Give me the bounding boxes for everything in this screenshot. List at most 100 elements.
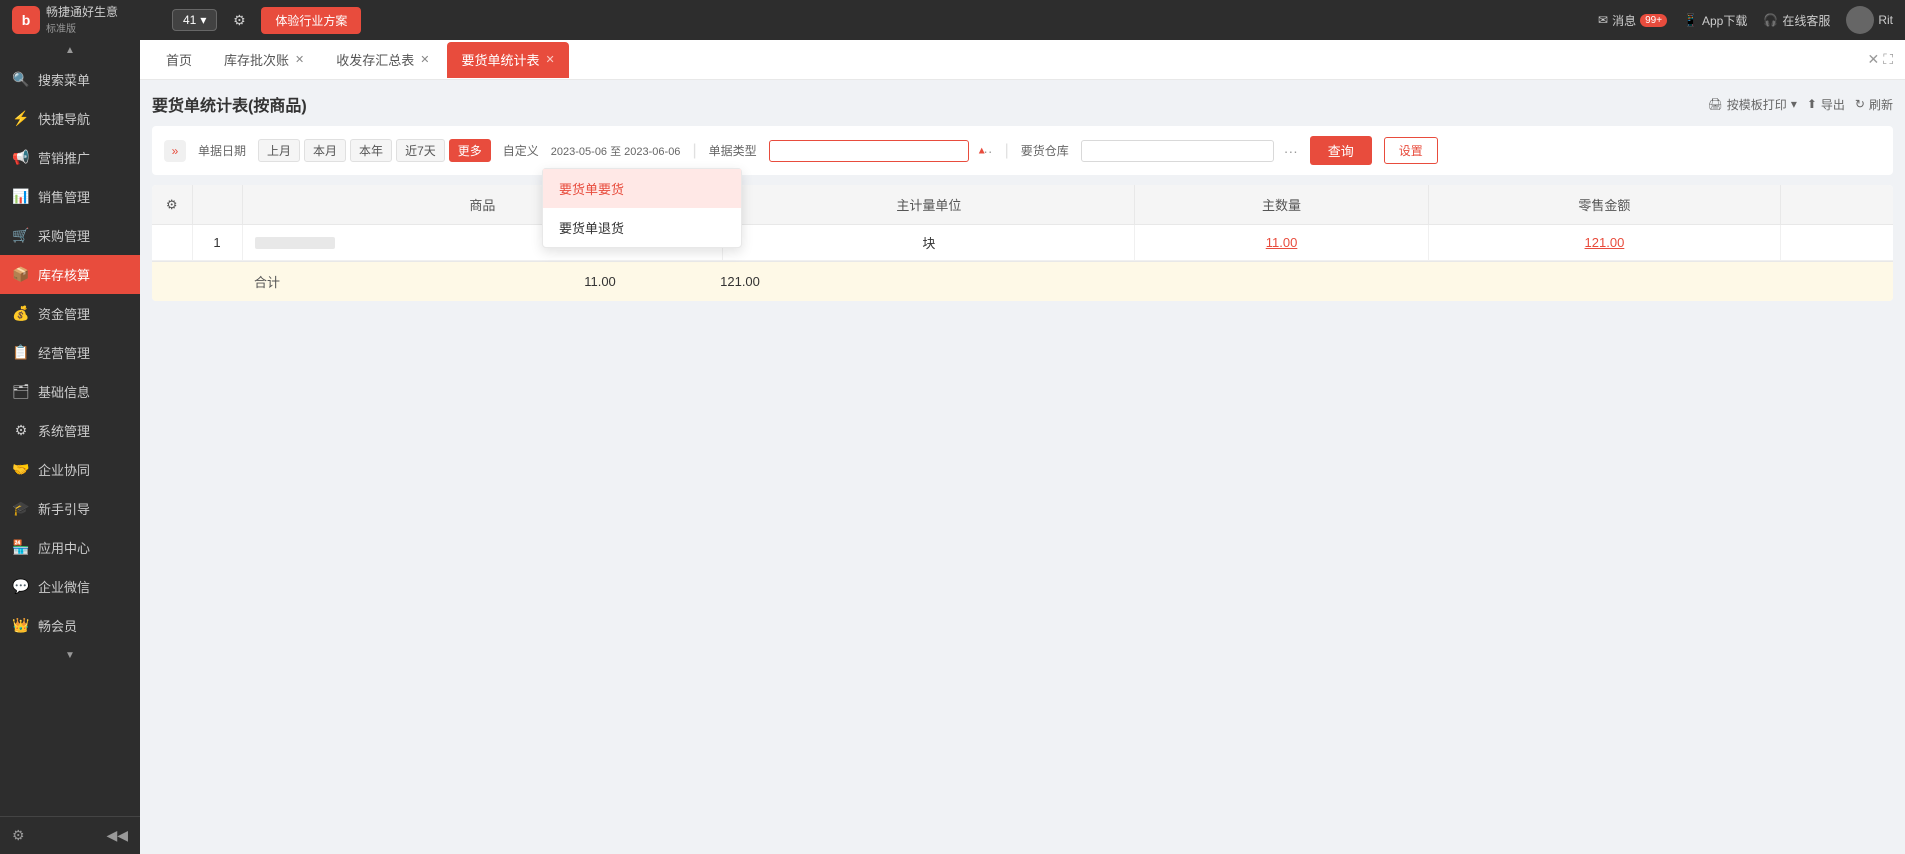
user-area[interactable]: Rit [1846,6,1893,34]
query-btn[interactable]: 查询 [1310,136,1372,165]
sidebar-collapse-icon[interactable]: ◀◀ [106,827,128,844]
tab-inventory-batch-close[interactable]: ✕ [295,53,304,66]
table-header-row: ⚙ 商品 主计量单位 主数量 零售金额 [152,185,1893,225]
tab-bar: 首页 库存批次账 ✕ 收发存汇总表 ✕ 要货单统计表 ✕ ✕ ⛶ [140,40,1905,80]
page-header: 要货单统计表(按商品) 🖨 按模板打印 ▾ ⬆ 导出 ↻ 刷新 [152,92,1893,116]
export-btn[interactable]: ⬆ 导出 [1807,96,1845,113]
type-filter-input[interactable] [769,140,969,162]
sidebar-item-ops[interactable]: 📋 经营管理 [0,333,140,372]
sidebar-item-base[interactable]: 🗂 基础信息 [0,372,140,411]
sidebar-item-member[interactable]: 👑 畅会员 [0,606,140,645]
table-settings-icon[interactable]: ⚙ [166,197,178,212]
sidebar-item-purchase[interactable]: 🛒 采购管理 [0,216,140,255]
refresh-btn[interactable]: ↻ 刷新 [1855,96,1893,113]
sidebar-label-finance: 资金管理 [38,304,90,323]
messages-button[interactable]: ✉ 消息 99+ [1598,12,1667,29]
dropdown-option-order[interactable]: 要货单要货 [543,169,741,208]
tab-recv-summary-close[interactable]: ✕ [420,53,429,66]
page-content: 要货单统计表(按商品) 🖨 按模板打印 ▾ ⬆ 导出 ↻ 刷新 [140,80,1905,854]
sidebar-label-sales: 销售管理 [38,187,90,206]
service-button[interactable]: 🎧 在线客服 [1763,12,1830,29]
dropdown-option-return[interactable]: 要货单退货 [543,208,741,247]
type-filter-dots[interactable]: ··· [979,143,993,159]
sidebar-item-finance[interactable]: 💰 资金管理 [0,294,140,333]
service-label: 在线客服 [1782,12,1830,29]
filter-divider-1: | [692,142,696,160]
sidebar-item-inventory[interactable]: 📦 库存核算 [0,255,140,294]
sidebar-settings-icon[interactable]: ⚙ [12,827,25,844]
sidebar-item-marketing[interactable]: 📢 营销推广 [0,138,140,177]
sidebar-item-system[interactable]: ⚙ 系统管理 [0,411,140,450]
settings-btn[interactable]: 设置 [1384,137,1438,164]
footer-amount: 121.00 [700,274,780,289]
tab-home[interactable]: 首页 [152,42,206,78]
sidebar-item-wechat[interactable]: 💬 企业微信 [0,567,140,606]
tab-inventory-batch[interactable]: 库存批次账 ✕ [210,42,318,78]
date-range-text: 2023-05-06 至 2023-06-06 [551,143,681,159]
store-icon: 🏪 [12,539,30,556]
crown-icon: 👑 [12,617,30,634]
app-download-button[interactable]: 📱 App下载 [1683,12,1747,29]
print-label: 按模板打印 [1727,96,1787,113]
sidebar: ▲ 🔍 搜索菜单 ⚡ 快捷导航 📢 营销推广 📊 销售管理 🛒 采购管理 📦 库… [0,40,140,854]
filter-expand-btn[interactable]: » [164,140,186,162]
row-amount-cell: 121.00 [1428,225,1781,261]
sidebar-item-sales[interactable]: 📊 销售管理 [0,177,140,216]
tab-inventory-batch-label: 库存批次账 [224,50,289,69]
tab-close-all-btn[interactable]: ✕ [1867,51,1879,68]
type-filter-label: 单据类型 [709,142,757,159]
date-cur-month-btn[interactable]: 本月 [304,139,346,162]
footer-qty-spacer [300,274,500,289]
th-amount: 零售金额 [1428,185,1781,225]
megaphone-icon: 📢 [12,149,30,166]
warehouse-filter-dots[interactable]: ··· [1284,143,1298,159]
product-name-placeholder [255,237,335,249]
print-template-btn[interactable]: 🖨 按模板打印 ▾ [1708,96,1797,113]
sidebar-item-quicknav[interactable]: ⚡ 快捷导航 [0,99,140,138]
sidebar-bottom: ⚙ ◀◀ [0,816,140,854]
tab-count-selector[interactable]: 41 ▾ [172,9,217,31]
flash-icon: ⚡ [12,110,30,127]
row-unit-cell: 块 [723,225,1135,261]
sidebar-item-guide[interactable]: 🎓 新手引导 [0,489,140,528]
top-header: b 畅捷通好生意 标准版 41 ▾ ⚙ 体验行业方案 ✉ 消息 99+ 📱 Ap… [0,0,1905,40]
logo-sub: 标准版 [46,20,118,35]
sidebar-label-marketing: 营销推广 [38,148,90,167]
warehouse-filter-input[interactable] [1081,140,1274,162]
date-cur-year-btn[interactable]: 本年 [350,139,392,162]
handshake-icon: 🤝 [12,461,30,478]
date-prev-month-btn[interactable]: 上月 [258,139,300,162]
th-extra [1781,185,1893,225]
print-icon: 🖨 [1708,97,1723,111]
cart-icon: 🛒 [12,227,30,244]
clipboard-icon: 📋 [12,344,30,361]
tab-order-stat-close[interactable]: ✕ [546,53,555,66]
sidebar-scroll-down[interactable]: ▼ [0,645,140,665]
date-custom-btn[interactable]: 自定义 [503,142,539,159]
tab-order-stat[interactable]: 要货单统计表 ✕ [447,42,568,78]
tab-expand-btn[interactable]: ⛶ [1883,51,1893,68]
industry-btn[interactable]: 体验行业方案 [261,7,361,34]
date-more-btn[interactable]: 更多 [449,139,491,162]
sidebar-label-appstore: 应用中心 [38,538,90,557]
gear-button[interactable]: ⚙ [225,6,253,34]
messages-badge: 99+ [1640,14,1667,27]
filter-divider-2: | [1005,142,1009,160]
tab-expand-btns: ✕ ⛶ [1867,51,1893,68]
date-7days-btn[interactable]: 近7天 [396,139,445,162]
money-icon: 💰 [12,305,30,322]
sidebar-item-corp[interactable]: 🤝 企业协同 [0,450,140,489]
sidebar-scroll-up[interactable]: ▲ [0,40,140,60]
sidebar-item-appstore[interactable]: 🏪 应用中心 [0,528,140,567]
filter-bar: » 单据日期 上月 本月 本年 近7天 更多 自定义 2023-05-06 至 … [152,126,1893,175]
logo-area: b 畅捷通好生意 标准版 [12,5,152,34]
th-settings[interactable]: ⚙ [152,185,192,225]
type-dropdown-popup: 要货单要货 要货单退货 [542,168,742,248]
tab-recv-summary-label: 收发存汇总表 [336,50,414,69]
tab-recv-summary[interactable]: 收发存汇总表 ✕ [322,42,443,78]
messages-label: 消息 [1612,12,1636,29]
export-icon: ⬆ [1807,97,1817,111]
sidebar-item-search[interactable]: 🔍 搜索菜单 [0,60,140,99]
chevron-down-icon: ▾ [1791,97,1797,111]
header-right: ✉ 消息 99+ 📱 App下载 🎧 在线客服 Rit [1598,6,1893,34]
